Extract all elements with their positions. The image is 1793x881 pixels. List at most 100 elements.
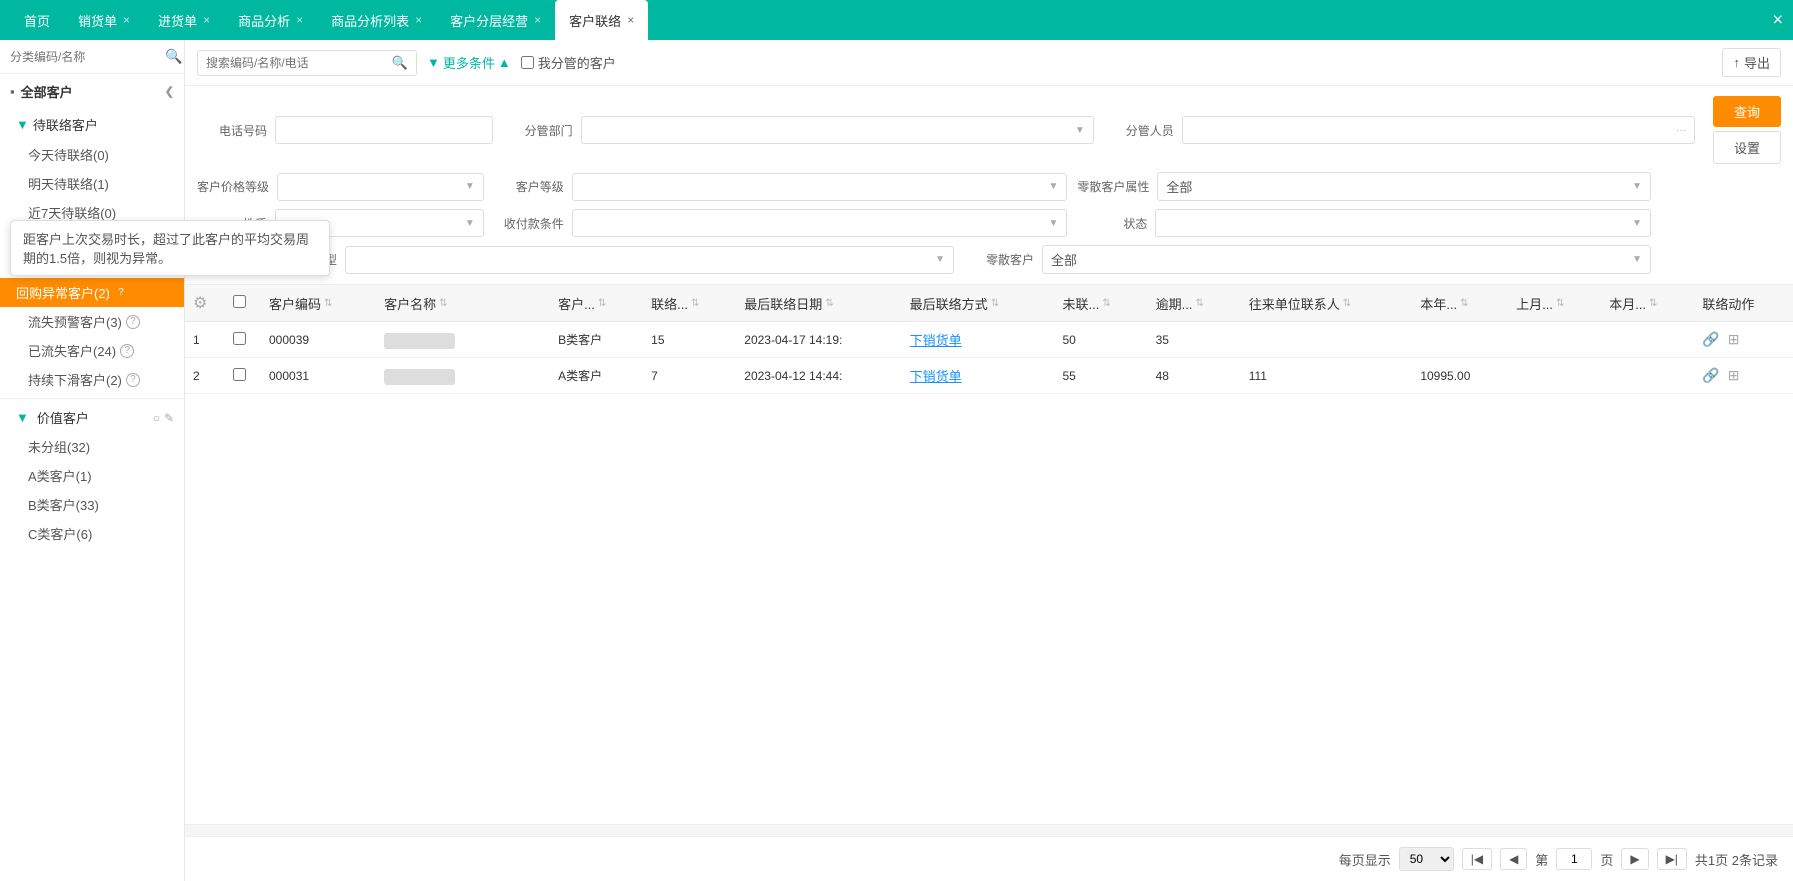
manager-select[interactable]: ··· (1182, 116, 1695, 144)
value-customers-group[interactable]: ▼ 价值客户 ○ ✎ (0, 403, 184, 432)
my-customers-checkbox[interactable] (521, 56, 534, 69)
row1-select[interactable] (233, 332, 246, 345)
nav-item-home[interactable]: 首页 (10, 0, 64, 40)
row1-last-date: 2023-04-17 14:19: (736, 322, 901, 358)
sidebar-item-lost-pre[interactable]: 流失预警客户(3) ? (0, 307, 184, 336)
chevron-up-icon: ▲ (498, 55, 511, 70)
sidebar-item-today[interactable]: 今天待联络(0) (0, 140, 184, 169)
sidebar-item-c-class[interactable]: C类客户(6) (0, 519, 184, 548)
circle-edit-icon[interactable]: ○ (153, 411, 160, 425)
dept-select[interactable]: ▼ (581, 116, 1094, 144)
retail-attr-arrow: ▼ (1632, 181, 1642, 192)
status-select[interactable]: ▼ (1155, 209, 1651, 237)
sort-this-month-icon[interactable]: ⇅ (1649, 298, 1657, 309)
sort-grade-icon[interactable]: ⇅ (598, 298, 606, 309)
more-conditions-btn[interactable]: ▼ 更多条件 ▲ (427, 53, 511, 72)
sidebar-item-b-class[interactable]: B类客户(33) (0, 490, 184, 519)
sort-unit-icon[interactable]: ⇅ (1343, 298, 1351, 309)
row1-unit-contact (1241, 322, 1413, 358)
retail-attr-select[interactable]: 全部 ▼ (1157, 172, 1651, 201)
sidebar-item-tomorrow[interactable]: 明天待联络(1) (0, 169, 184, 198)
sort-contact-icon[interactable]: ⇅ (691, 298, 699, 309)
query-button[interactable]: 查询 (1713, 96, 1781, 127)
row2-actions: 🔗 ⊞ (1694, 358, 1793, 394)
status-arrow: ▼ (1632, 218, 1642, 229)
sidebar-item-a-class[interactable]: A类客户(1) (0, 461, 184, 490)
sidebar-item-unsorted[interactable]: 未分组(32) (0, 432, 184, 461)
per-page-label: 每页显示 (1339, 850, 1391, 869)
row2-method-link[interactable]: 下销货单 (910, 369, 962, 384)
export-button[interactable]: ↑ 导出 (1722, 48, 1781, 77)
sort-this-year-icon[interactable]: ⇅ (1460, 298, 1468, 309)
prev-page-btn[interactable]: ◀ (1500, 848, 1527, 870)
sort-last-date-icon[interactable]: ⇅ (825, 298, 833, 309)
nav-item-customer-contact[interactable]: 客户联络 × (555, 0, 648, 40)
nav-item-customer-mgmt[interactable]: 客户分层经营 × (436, 0, 555, 40)
close-sales-icon[interactable]: × (123, 13, 130, 27)
sort-unpaid-icon[interactable]: ⇅ (1102, 298, 1110, 309)
sort-last-month-icon[interactable]: ⇅ (1556, 298, 1564, 309)
payment-label: 收付款条件 (494, 215, 564, 232)
page-label: 第 (1535, 850, 1548, 869)
nav-item-analysis[interactable]: 商品分析 × (224, 0, 317, 40)
customer-grade-select[interactable]: ▼ (572, 173, 1068, 201)
retail-customer-label: 零散客户 (964, 251, 1034, 268)
th-last-method: 最后联络方式 ⇅ (902, 285, 1055, 322)
row1-method-link[interactable]: 下销货单 (910, 333, 962, 348)
row2-unit-contact: 111 (1241, 358, 1413, 394)
value-triangle-icon: ▼ (16, 410, 29, 425)
sidebar-item-continuous-down[interactable]: 持续下滑客户(2) ? (0, 365, 184, 394)
filter-manager: 分管人员 ··· (1104, 116, 1695, 144)
row2-select[interactable] (233, 368, 246, 381)
row2-link-icon[interactable]: 🔗 (1702, 367, 1719, 384)
search-icon[interactable]: 🔍 (392, 55, 408, 71)
first-page-btn[interactable]: |◀ (1462, 848, 1492, 870)
last-page-btn[interactable]: ▶| (1657, 848, 1687, 870)
next-page-btn[interactable]: ▶ (1621, 848, 1648, 870)
per-page-select[interactable]: 50 100 200 (1399, 847, 1454, 871)
select-all-checkbox[interactable] (233, 295, 246, 308)
retail-customer-select[interactable]: 全部 ▼ (1042, 245, 1651, 274)
name-blur-2: ████ (384, 369, 455, 385)
row2-code: 000031 (261, 358, 376, 394)
horizontal-scrollbar[interactable] (185, 824, 1793, 836)
nav-item-sales[interactable]: 销货单 × (64, 0, 144, 40)
sidebar-item-repeat-abnormal[interactable]: 回购异常客户(2) ? (0, 278, 184, 307)
filter-dept: 分管部门 ▼ (503, 116, 1094, 144)
phone-input[interactable] (275, 116, 493, 144)
collapse-sidebar-btn[interactable]: ❮ (165, 85, 174, 98)
sort-code-icon[interactable]: ⇅ (324, 298, 332, 309)
row1-index: 1 (185, 322, 225, 358)
sort-overdue-icon[interactable]: ⇅ (1195, 298, 1203, 309)
nav-item-analysis-list[interactable]: 商品分析列表 × (317, 0, 436, 40)
close-customer-mgmt-icon[interactable]: × (534, 13, 541, 27)
pencil-edit-icon[interactable]: ✎ (164, 411, 174, 425)
sort-last-method-icon[interactable]: ⇅ (991, 298, 999, 309)
lost-pre-help-icon: ? (126, 315, 140, 329)
pending-contact-group[interactable]: ▼ 待联络客户 (0, 109, 184, 140)
sort-name-icon[interactable]: ⇅ (439, 298, 447, 309)
close-analysis-list-icon[interactable]: × (415, 13, 422, 27)
close-window-button[interactable]: × (1772, 10, 1783, 31)
row1-link-icon[interactable]: 🔗 (1702, 331, 1719, 348)
row1-grid-icon[interactable]: ⊞ (1728, 331, 1740, 348)
content-area: 🔍 ▼ 更多条件 ▲ 我分管的客户 ↑ 导出 电话号码 (185, 40, 1793, 881)
price-grade-select[interactable]: ▼ (277, 173, 484, 201)
close-analysis-icon[interactable]: × (296, 13, 303, 27)
payment-select[interactable]: ▼ (572, 209, 1068, 237)
customer-type-select[interactable]: ▼ (345, 246, 954, 274)
row2-grid-icon[interactable]: ⊞ (1728, 367, 1740, 384)
pagination: 每页显示 50 100 200 |◀ ◀ 第 页 ▶ ▶| 共1页 2条记录 (185, 836, 1793, 881)
sidebar-search-icon[interactable]: 🔍 (165, 48, 182, 65)
sidebar-item-already-lost[interactable]: 已流失客户(24) ? (0, 336, 184, 365)
close-customer-contact-icon[interactable]: × (627, 13, 634, 27)
search-input[interactable] (206, 56, 392, 70)
set-button[interactable]: 设置 (1713, 131, 1781, 164)
settings-icon[interactable]: ⚙ (193, 295, 207, 312)
close-purchase-icon[interactable]: × (203, 13, 210, 27)
repeat-help-icon: ? (114, 286, 128, 300)
filter-row-1: 电话号码 分管部门 ▼ 分管人员 ··· (197, 96, 1781, 164)
sidebar-search-input[interactable] (10, 50, 165, 64)
page-input[interactable] (1556, 848, 1592, 870)
nav-item-purchase[interactable]: 进货单 × (144, 0, 224, 40)
